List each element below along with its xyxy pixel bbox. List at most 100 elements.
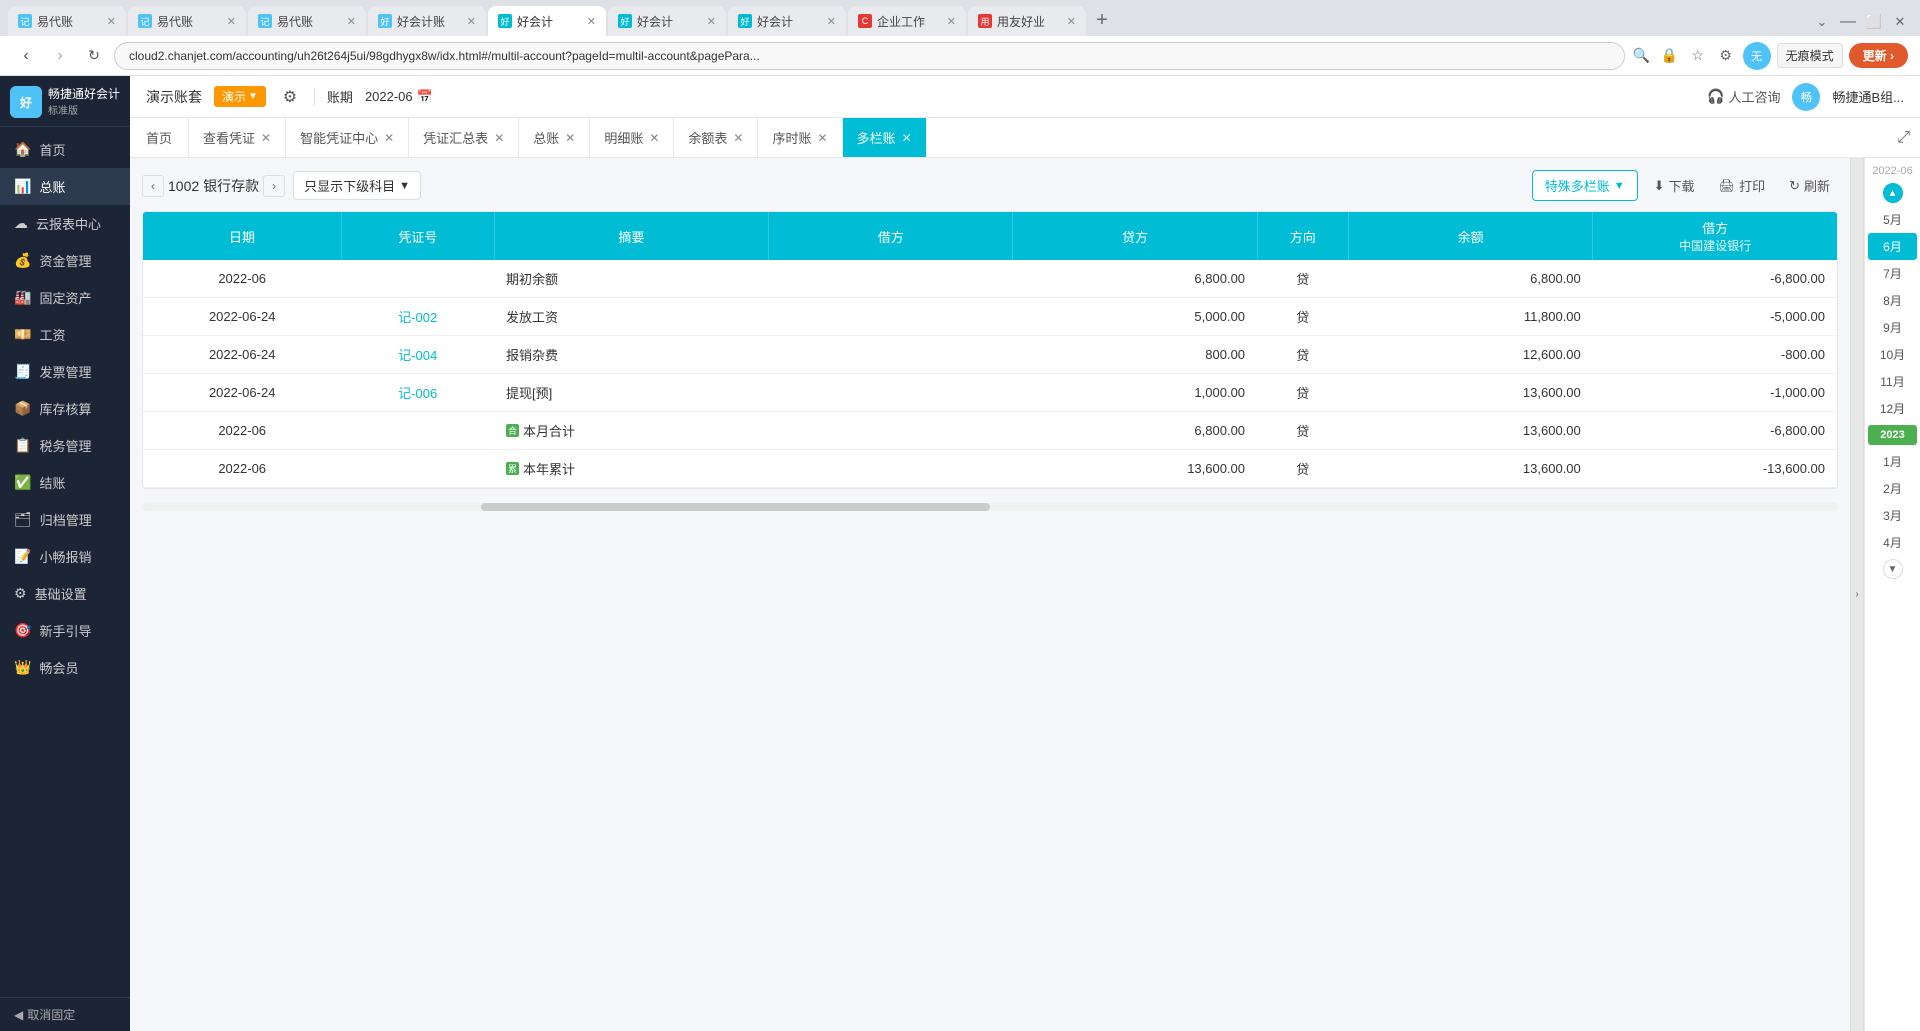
tab-close-4[interactable]: ✕ bbox=[467, 15, 476, 28]
browser-tab-1[interactable]: 记 易代账 ✕ bbox=[8, 6, 126, 36]
browser-tab-9[interactable]: 用 用友好业 ✕ bbox=[968, 6, 1086, 36]
update-button[interactable]: 更新 › bbox=[1849, 43, 1908, 68]
forward-button[interactable]: › bbox=[46, 42, 74, 70]
cell-voucher[interactable]: 记-004 bbox=[341, 336, 494, 374]
panel-down-arrow[interactable]: ▼ bbox=[1883, 559, 1903, 579]
sidebar-item-settings[interactable]: ⚙ 基础设置 bbox=[0, 575, 130, 612]
voucher-link[interactable]: 记-006 bbox=[398, 386, 437, 401]
tab-detail-ledger-close[interactable]: ✕ bbox=[649, 131, 659, 145]
wuhen-button[interactable]: 无痕模式 bbox=[1777, 43, 1843, 68]
tab-voucher-summary-close[interactable]: ✕ bbox=[494, 131, 504, 145]
tab-detail-ledger[interactable]: 明细账 ✕ bbox=[590, 118, 674, 158]
month-item-5[interactable]: 5月 bbox=[1868, 206, 1917, 233]
security-icon[interactable]: 🔒 bbox=[1659, 45, 1681, 67]
month-item-3[interactable]: 3月 bbox=[1868, 502, 1917, 529]
tab-close-3[interactable]: ✕ bbox=[347, 15, 356, 28]
sidebar-item-assets[interactable]: 🏭 固定资产 bbox=[0, 279, 130, 316]
tab-smart-voucher[interactable]: 智能凭证中心 ✕ bbox=[286, 118, 409, 158]
month-item-7[interactable]: 7月 bbox=[1868, 260, 1917, 287]
tab-general-ledger-close[interactable]: ✕ bbox=[565, 131, 575, 145]
scrollbar-thumb[interactable] bbox=[481, 503, 990, 511]
sidebar-item-home[interactable]: 🏠 首页 bbox=[0, 131, 130, 168]
browser-tab-3[interactable]: 记 易代账 ✕ bbox=[248, 6, 366, 36]
multi-col-button[interactable]: 特殊多栏账 ▼ bbox=[1532, 170, 1638, 201]
tab-close-7[interactable]: ✕ bbox=[827, 15, 836, 28]
browser-tab-8[interactable]: C 企业工作 ✕ bbox=[848, 6, 966, 36]
tab-close-1[interactable]: ✕ bbox=[107, 15, 116, 28]
unpin-button[interactable]: ◀ 取消固定 bbox=[14, 1006, 116, 1023]
sidebar-item-expense[interactable]: 📝 小畅报销 bbox=[0, 538, 130, 575]
account-next-button[interactable]: › bbox=[263, 175, 285, 197]
month-item-2[interactable]: 2月 bbox=[1868, 475, 1917, 502]
period-selector[interactable]: 2022-06 📅 bbox=[365, 89, 433, 105]
window-minimize-button[interactable]: — bbox=[1836, 10, 1860, 34]
voucher-link[interactable]: 记-002 bbox=[398, 310, 437, 325]
month-item-1[interactable]: 1月 bbox=[1868, 448, 1917, 475]
tab-balance[interactable]: 余额表 ✕ bbox=[674, 118, 758, 158]
tab-close-5[interactable]: ✕ bbox=[587, 15, 596, 28]
month-item-6[interactable]: 6月 bbox=[1868, 233, 1917, 260]
cell-voucher[interactable]: 记-002 bbox=[341, 298, 494, 336]
tab-close-2[interactable]: ✕ bbox=[227, 15, 236, 28]
collapse-panel-button[interactable]: › bbox=[1850, 158, 1864, 1031]
tab-general-ledger[interactable]: 总账 ✕ bbox=[519, 118, 590, 158]
sidebar-item-funds[interactable]: 💰 资金管理 bbox=[0, 242, 130, 279]
sidebar-item-archive[interactable]: 🗂 归档管理 bbox=[0, 501, 130, 538]
tab-sequential[interactable]: 序时账 ✕ bbox=[758, 118, 842, 158]
extension-icon[interactable]: ⚙ bbox=[1715, 45, 1737, 67]
sidebar-item-invoice[interactable]: 🧾 发票管理 bbox=[0, 353, 130, 390]
month-item-9[interactable]: 9月 bbox=[1868, 314, 1917, 341]
tab-close-6[interactable]: ✕ bbox=[707, 15, 716, 28]
sidebar-item-salary[interactable]: 💴 工资 bbox=[0, 316, 130, 353]
print-button[interactable]: 🖨 打印 bbox=[1711, 172, 1774, 199]
month-item-10[interactable]: 10月 bbox=[1868, 341, 1917, 368]
tab-voucher-summary[interactable]: 凭证汇总表 ✕ bbox=[409, 118, 519, 158]
window-restore-button[interactable]: ⬜ bbox=[1862, 10, 1886, 34]
browser-tab-7[interactable]: 好 好会计 ✕ bbox=[728, 6, 846, 36]
account-prev-button[interactable]: ‹ bbox=[142, 175, 164, 197]
star-icon[interactable]: ☆ bbox=[1687, 45, 1709, 67]
browser-tab-6[interactable]: 好 好会计 ✕ bbox=[608, 6, 726, 36]
settings-gear-button[interactable]: ⚙ bbox=[278, 85, 302, 109]
tab-balance-close[interactable]: ✕ bbox=[733, 131, 743, 145]
tab-voucher-view[interactable]: 查看凭证 ✕ bbox=[189, 118, 286, 158]
sidebar-item-member[interactable]: 👑 畅会员 bbox=[0, 649, 130, 686]
tab-voucher-view-close[interactable]: ✕ bbox=[261, 131, 271, 145]
address-input[interactable] bbox=[114, 42, 1625, 70]
tab-home[interactable]: 首页 bbox=[130, 118, 189, 158]
tab-sequential-close[interactable]: ✕ bbox=[818, 131, 828, 145]
window-list-button[interactable]: ⌄ bbox=[1810, 10, 1834, 34]
browser-tab-5[interactable]: 好 好会计 ✕ bbox=[488, 6, 606, 36]
browser-tab-2[interactable]: 记 易代账 ✕ bbox=[128, 6, 246, 36]
sidebar-item-guide[interactable]: 🎯 新手引导 bbox=[0, 612, 130, 649]
sidebar-item-close[interactable]: ✅ 结账 bbox=[0, 464, 130, 501]
user-avatar[interactable]: 畅 bbox=[1792, 83, 1820, 111]
month-item-12[interactable]: 12月 bbox=[1868, 395, 1917, 422]
tab-multi-col[interactable]: 多栏账 ✕ bbox=[843, 118, 927, 158]
month-item-11[interactable]: 11月 bbox=[1868, 368, 1917, 395]
sub-filter-button[interactable]: 只显示下级科目 ▼ bbox=[293, 171, 421, 200]
month-item-4[interactable]: 4月 bbox=[1868, 529, 1917, 556]
sidebar-item-tax[interactable]: 📋 税务管理 bbox=[0, 427, 130, 464]
add-tab-button[interactable]: + bbox=[1088, 6, 1116, 34]
voucher-link[interactable]: 记-004 bbox=[398, 348, 437, 363]
download-button[interactable]: ⬇ 下载 bbox=[1646, 172, 1703, 199]
tab-close-9[interactable]: ✕ bbox=[1067, 15, 1076, 28]
search-icon[interactable]: 🔍 bbox=[1631, 45, 1653, 67]
sidebar-item-inventory[interactable]: 📦 库存核算 bbox=[0, 390, 130, 427]
tab-close-8[interactable]: ✕ bbox=[947, 15, 956, 28]
browser-tab-4[interactable]: 好 好会计账 ✕ bbox=[368, 6, 486, 36]
window-close-button[interactable]: ✕ bbox=[1888, 10, 1912, 34]
tab-multi-col-close[interactable]: ✕ bbox=[902, 131, 912, 145]
month-item-8[interactable]: 8月 bbox=[1868, 287, 1917, 314]
tab-smart-voucher-close[interactable]: ✕ bbox=[384, 131, 394, 145]
horizontal-scrollbar[interactable] bbox=[142, 503, 1838, 511]
refresh-button[interactable]: ↻ 刷新 bbox=[1781, 172, 1838, 199]
consultant-button[interactable]: 🎧 人工咨询 bbox=[1707, 87, 1780, 106]
tab-expand-button[interactable]: ⤢ bbox=[1887, 118, 1920, 158]
panel-up-arrow[interactable]: ▲ bbox=[1883, 183, 1903, 203]
back-button[interactable]: ‹ bbox=[12, 42, 40, 70]
sidebar-item-ledger[interactable]: 📊 总账 bbox=[0, 168, 130, 205]
reload-button[interactable]: ↻ bbox=[80, 42, 108, 70]
profile-icon[interactable]: 无 bbox=[1743, 42, 1771, 70]
